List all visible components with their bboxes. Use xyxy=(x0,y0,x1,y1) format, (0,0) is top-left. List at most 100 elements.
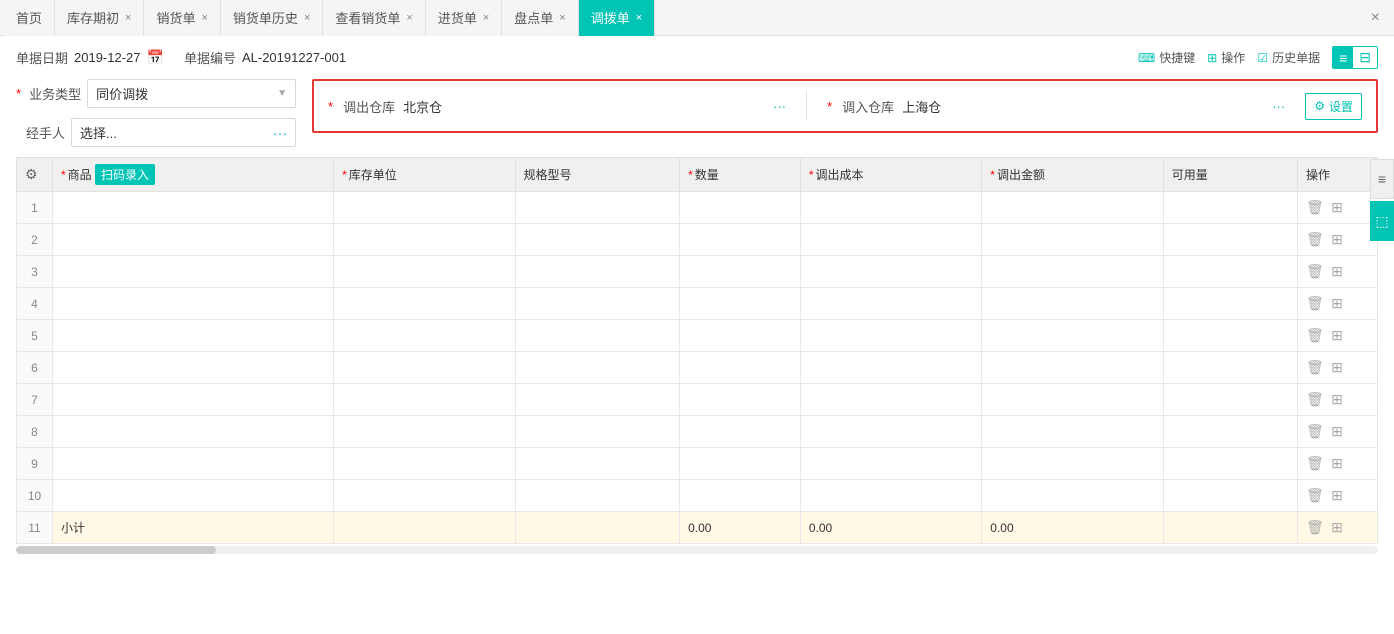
product-cell[interactable] xyxy=(53,384,334,416)
delete-row-btn[interactable]: 🗑 xyxy=(1306,263,1324,280)
right-panel-expand-btn[interactable]: ⬚ xyxy=(1370,201,1394,241)
delete-row-btn[interactable]: 🗑 xyxy=(1306,391,1324,408)
amount-cell[interactable] xyxy=(982,256,1163,288)
qty-cell[interactable] xyxy=(680,256,801,288)
tab-transfer[interactable]: 调拨单 × xyxy=(579,0,655,36)
spec-cell[interactable] xyxy=(515,192,680,224)
transfer-out-ellipsis-icon[interactable]: ··· xyxy=(773,99,786,114)
product-cell[interactable] xyxy=(53,320,334,352)
amount-cell[interactable] xyxy=(982,320,1163,352)
amount-cell[interactable] xyxy=(982,288,1163,320)
cost-cell[interactable] xyxy=(800,448,981,480)
product-cell[interactable] xyxy=(53,288,334,320)
unit-cell[interactable] xyxy=(334,224,515,256)
copy-row-btn[interactable]: ⊞ xyxy=(1331,423,1343,440)
delete-row-btn[interactable]: 🗑 xyxy=(1306,327,1324,344)
copy-row-btn[interactable]: ⊞ xyxy=(1331,359,1343,376)
delete-row-btn[interactable]: 🗑 xyxy=(1306,455,1324,472)
calendar-icon[interactable]: 📅 xyxy=(147,49,164,66)
copy-row-btn[interactable]: ⊞ xyxy=(1331,263,1343,280)
available-cell[interactable] xyxy=(1163,384,1297,416)
amount-cell[interactable] xyxy=(982,416,1163,448)
copy-row-btn[interactable]: ⊞ xyxy=(1331,391,1343,408)
th-gear[interactable]: ⚙ xyxy=(17,158,53,192)
available-cell[interactable] xyxy=(1163,256,1297,288)
unit-cell[interactable] xyxy=(334,448,515,480)
horizontal-scrollbar[interactable] xyxy=(16,546,1378,554)
tab-inventory-init[interactable]: 库存期初 × xyxy=(55,0,144,36)
cost-cell[interactable] xyxy=(800,256,981,288)
delete-row-btn[interactable]: 🗑 xyxy=(1306,295,1324,312)
copy-row-btn[interactable]: ⊞ xyxy=(1331,199,1343,216)
cost-cell[interactable] xyxy=(800,224,981,256)
unit-cell[interactable] xyxy=(334,288,515,320)
amount-cell[interactable] xyxy=(982,192,1163,224)
unit-cell[interactable] xyxy=(334,192,515,224)
product-cell[interactable] xyxy=(53,448,334,480)
unit-cell[interactable] xyxy=(334,320,515,352)
qty-cell[interactable] xyxy=(680,416,801,448)
scan-button[interactable]: 扫码录入 xyxy=(95,164,155,185)
spec-cell[interactable] xyxy=(515,352,680,384)
available-cell[interactable] xyxy=(1163,416,1297,448)
copy-row-btn[interactable]: ⊞ xyxy=(1331,519,1343,536)
spec-cell[interactable] xyxy=(515,256,680,288)
product-cell[interactable] xyxy=(53,256,334,288)
spec-cell[interactable] xyxy=(515,288,680,320)
amount-cell[interactable] xyxy=(982,448,1163,480)
qty-cell[interactable] xyxy=(680,288,801,320)
close-purchase[interactable]: × xyxy=(483,12,489,24)
cost-cell[interactable] xyxy=(800,352,981,384)
delete-row-btn[interactable]: 🗑 xyxy=(1306,359,1324,376)
tab-home[interactable]: 首页 xyxy=(4,0,55,36)
handler-ellipsis-icon[interactable]: ··· xyxy=(273,125,287,141)
close-inventory-count[interactable]: × xyxy=(559,12,565,24)
tab-sales-history[interactable]: 销货单历史 × xyxy=(221,0,323,36)
spec-cell[interactable] xyxy=(515,480,680,512)
amount-cell[interactable] xyxy=(982,224,1163,256)
qty-cell[interactable] xyxy=(680,448,801,480)
close-transfer[interactable]: × xyxy=(636,12,642,24)
amount-cell[interactable] xyxy=(982,480,1163,512)
available-cell[interactable] xyxy=(1163,448,1297,480)
spec-cell[interactable] xyxy=(515,224,680,256)
business-type-input[interactable]: 同价调拨 ▼ xyxy=(87,79,296,108)
copy-row-btn[interactable]: ⊞ xyxy=(1331,295,1343,312)
close-sales-order[interactable]: × xyxy=(201,12,207,24)
copy-row-btn[interactable]: ⊞ xyxy=(1331,487,1343,504)
delete-row-btn[interactable]: 🗑 xyxy=(1306,519,1324,536)
available-cell[interactable] xyxy=(1163,192,1297,224)
spec-cell[interactable] xyxy=(515,320,680,352)
cost-cell[interactable] xyxy=(800,480,981,512)
available-cell[interactable] xyxy=(1163,480,1297,512)
close-all-tabs[interactable]: × xyxy=(1361,9,1390,27)
cost-cell[interactable] xyxy=(800,384,981,416)
list-view-btn[interactable]: ≡ xyxy=(1333,47,1353,68)
tab-sales-order[interactable]: 销货单 × xyxy=(144,0,220,36)
operations-btn[interactable]: ⊞ 操作 xyxy=(1207,49,1245,66)
available-cell[interactable] xyxy=(1163,352,1297,384)
unit-cell[interactable] xyxy=(334,416,515,448)
history-btn[interactable]: ☑ 历史单据 xyxy=(1257,49,1320,66)
spec-cell[interactable] xyxy=(515,416,680,448)
unit-cell[interactable] xyxy=(334,480,515,512)
cost-cell[interactable] xyxy=(800,416,981,448)
tab-view-sales[interactable]: 查看销货单 × xyxy=(323,0,425,36)
delete-row-btn[interactable]: 🗑 xyxy=(1306,423,1324,440)
spec-cell[interactable] xyxy=(515,384,680,416)
shortcuts-btn[interactable]: ⌨ 快捷键 xyxy=(1138,49,1195,66)
qty-cell[interactable] xyxy=(680,480,801,512)
table-gear-icon[interactable]: ⚙ xyxy=(25,166,38,182)
delete-row-btn[interactable]: 🗑 xyxy=(1306,487,1324,504)
qty-cell[interactable] xyxy=(680,320,801,352)
cost-cell[interactable] xyxy=(800,192,981,224)
product-cell[interactable] xyxy=(53,192,334,224)
spec-cell[interactable] xyxy=(515,448,680,480)
tab-inventory-count[interactable]: 盘点单 × xyxy=(502,0,578,36)
close-sales-history[interactable]: × xyxy=(304,12,310,24)
amount-cell[interactable] xyxy=(982,352,1163,384)
delete-row-btn[interactable]: 🗑 xyxy=(1306,231,1324,248)
delete-row-btn[interactable]: 🗑 xyxy=(1306,199,1324,216)
cost-cell[interactable] xyxy=(800,288,981,320)
copy-row-btn[interactable]: ⊞ xyxy=(1331,327,1343,344)
